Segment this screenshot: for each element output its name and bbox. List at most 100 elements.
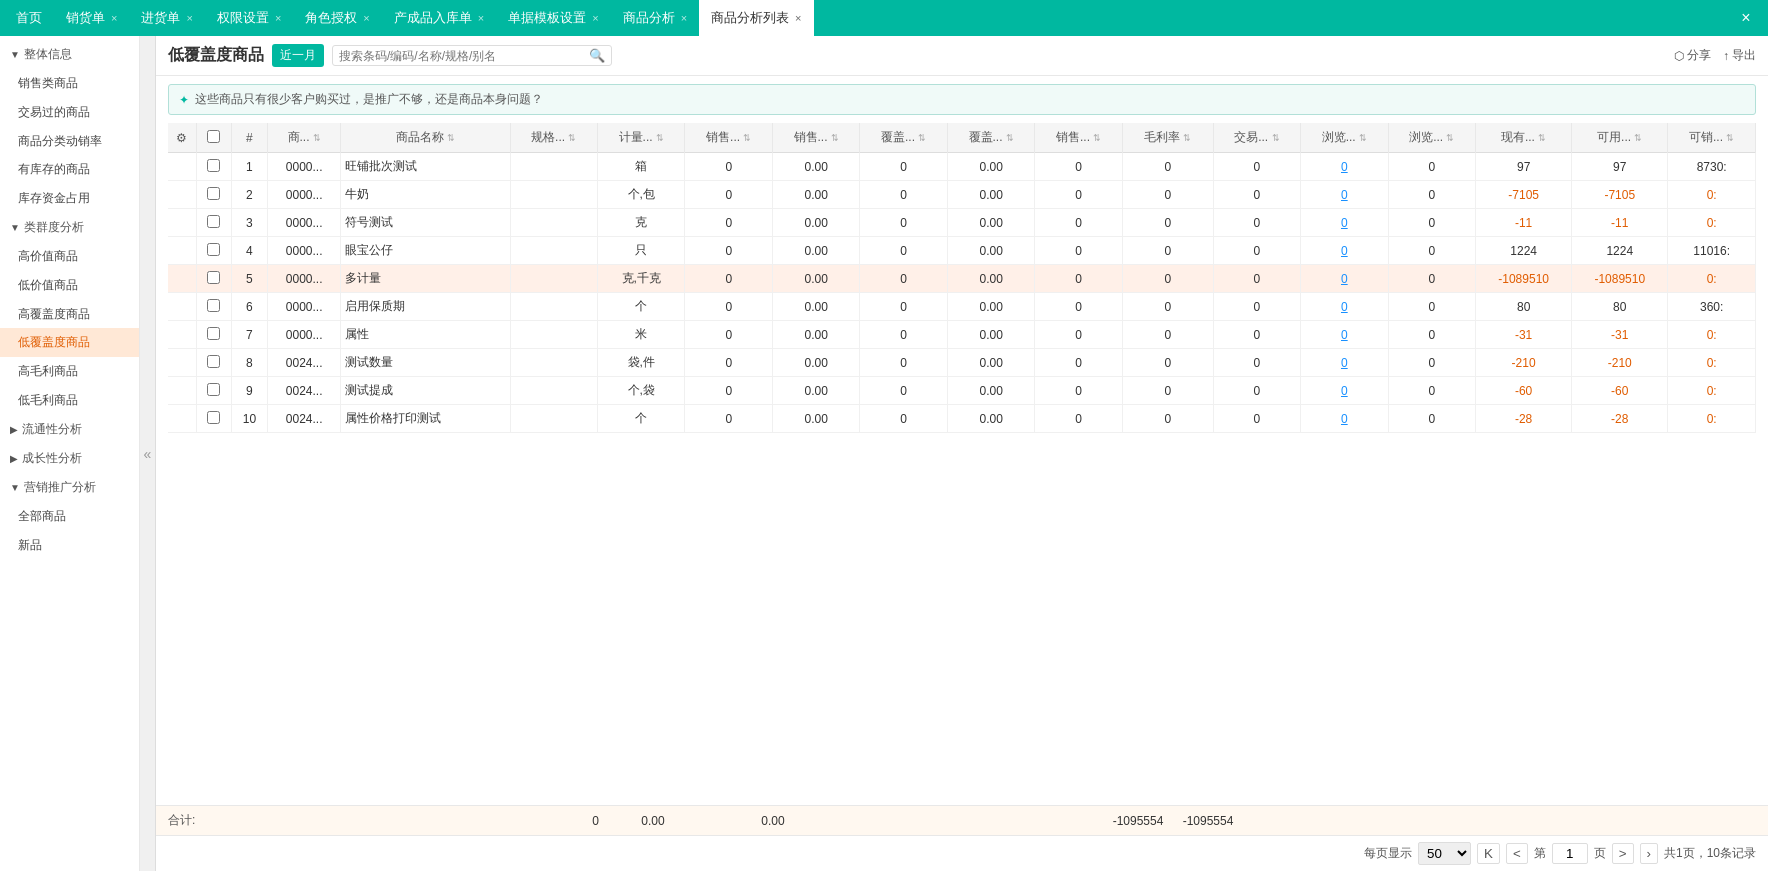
th-sales-amt[interactable]: 销售... ⇅ (772, 123, 859, 153)
th-saleable[interactable]: 可销... ⇅ (1668, 123, 1756, 153)
row-browse1[interactable]: 0 (1301, 349, 1388, 377)
th-trade[interactable]: 交易... ⇅ (1213, 123, 1300, 153)
row-checkbox[interactable] (196, 237, 231, 265)
row-select-checkbox[interactable] (207, 299, 220, 312)
date-filter-button[interactable]: 近一月 (272, 44, 324, 67)
row-browse1[interactable]: 0 (1301, 237, 1388, 265)
row-checkbox[interactable] (196, 153, 231, 181)
row-browse1[interactable]: 0 (1301, 293, 1388, 321)
export-button[interactable]: ↑ 导出 (1723, 47, 1756, 64)
select-all-checkbox[interactable] (207, 130, 220, 143)
th-gross-margin[interactable]: 毛利率 ⇅ (1122, 123, 1213, 153)
th-spec[interactable]: 规格... ⇅ (510, 123, 597, 153)
row-checkbox[interactable] (196, 209, 231, 237)
th-checkbox[interactable] (196, 123, 231, 153)
sidebar-item-low-coverage[interactable]: 低覆盖度商品 (0, 328, 139, 357)
nav-analysis-list[interactable]: 商品分析列表 × (699, 0, 813, 36)
row-checkbox[interactable] (196, 181, 231, 209)
nav-products[interactable]: 产成品入库单 × (382, 0, 496, 36)
sidebar-item-stock-capital[interactable]: 库存资金占用 (0, 184, 139, 213)
sidebar-item-turnover[interactable]: 商品分类动销率 (0, 127, 139, 156)
row-checkbox[interactable] (196, 405, 231, 433)
row-browse1[interactable]: 0 (1301, 209, 1388, 237)
next-page-button[interactable]: > (1612, 843, 1634, 864)
sidebar-item-low-margin[interactable]: 低毛利商品 (0, 386, 139, 415)
page-number-input[interactable] (1552, 843, 1588, 864)
row-select-checkbox[interactable] (207, 383, 220, 396)
sidebar-section-quality[interactable]: ▼ 类群度分析 (0, 213, 139, 242)
row-browse1[interactable]: 0 (1301, 405, 1388, 433)
sidebar-item-new-products[interactable]: 新品 (0, 531, 139, 560)
row-select-checkbox[interactable] (207, 327, 220, 340)
row-select-checkbox[interactable] (207, 187, 220, 200)
sidebar-item-low-value[interactable]: 低价值商品 (0, 271, 139, 300)
nav-roles[interactable]: 角色授权 × (293, 0, 381, 36)
sidebar-item-all-products[interactable]: 全部商品 (0, 502, 139, 531)
row-browse1[interactable]: 0 (1301, 153, 1388, 181)
row-browse1[interactable]: 0 (1301, 265, 1388, 293)
table-row: 6 0000... 启用保质期 个 0 0.00 0 0.00 0 0 0 0 … (168, 293, 1756, 321)
row-select-checkbox[interactable] (207, 271, 220, 284)
sidebar-section-growth[interactable]: ▶ 成长性分析 (0, 444, 139, 473)
first-page-button[interactable]: K (1477, 843, 1500, 864)
row-checkbox[interactable] (196, 293, 231, 321)
row-browse1[interactable]: 0 (1301, 321, 1388, 349)
last-page-button[interactable]: › (1640, 843, 1658, 864)
th-cov2[interactable]: 覆盖... ⇅ (947, 123, 1034, 153)
sidebar-item-high-margin[interactable]: 高毛利商品 (0, 357, 139, 386)
th-browse2[interactable]: 浏览... ⇅ (1388, 123, 1475, 153)
nav-analysis-close[interactable]: × (681, 12, 687, 24)
nav-permissions[interactable]: 权限设置 × (205, 0, 293, 36)
th-name[interactable]: 商品名称 ⇅ (341, 123, 510, 153)
th-cov1[interactable]: 覆盖... ⇅ (860, 123, 947, 153)
row-checkbox[interactable] (196, 265, 231, 293)
row-select-checkbox[interactable] (207, 355, 220, 368)
sidebar-item-sales-products[interactable]: 销售类商品 (0, 69, 139, 98)
nav-home[interactable]: 首页 (4, 0, 54, 36)
row-select-checkbox[interactable] (207, 243, 220, 256)
table-container[interactable]: ⚙ # 商... ⇅ 商品名称 ⇅ 规格... ⇅ 计量... ⇅ 销售... … (168, 123, 1756, 805)
sidebar-item-with-stock[interactable]: 有库存的商品 (0, 155, 139, 184)
row-checkbox[interactable] (196, 377, 231, 405)
nav-templates[interactable]: 单据模板设置 × (496, 0, 610, 36)
prev-page-button[interactable]: < (1506, 843, 1528, 864)
sidebar-section-flow[interactable]: ▶ 流通性分析 (0, 415, 139, 444)
nav-purchase-close[interactable]: × (186, 12, 192, 24)
row-checkbox[interactable] (196, 321, 231, 349)
th-code[interactable]: 商... ⇅ (267, 123, 341, 153)
th-browse1[interactable]: 浏览... ⇅ (1301, 123, 1388, 153)
row-checkbox[interactable] (196, 349, 231, 377)
search-input[interactable] (339, 49, 589, 63)
nav-sales[interactable]: 销货单 × (54, 0, 129, 36)
row-select-checkbox[interactable] (207, 411, 220, 424)
row-saleable: 0: (1668, 209, 1756, 237)
per-page-select[interactable]: 50 100 200 (1418, 842, 1471, 865)
sidebar-item-high-coverage[interactable]: 高覆盖度商品 (0, 300, 139, 329)
row-select-checkbox[interactable] (207, 215, 220, 228)
th-available[interactable]: 可用... ⇅ (1572, 123, 1668, 153)
th-unit[interactable]: 计量... ⇅ (598, 123, 685, 153)
row-browse1[interactable]: 0 (1301, 181, 1388, 209)
search-icon[interactable]: 🔍 (589, 48, 605, 63)
nav-products-close[interactable]: × (478, 12, 484, 24)
nav-roles-close[interactable]: × (363, 12, 369, 24)
nav-templates-close[interactable]: × (592, 12, 598, 24)
th-settings[interactable]: ⚙ (168, 123, 196, 153)
nav-permissions-close[interactable]: × (275, 12, 281, 24)
nav-sales-close[interactable]: × (111, 12, 117, 24)
sidebar-section-promotion[interactable]: ▼ 营销推广分析 (0, 473, 139, 502)
sidebar-item-high-value[interactable]: 高价值商品 (0, 242, 139, 271)
th-sales-x[interactable]: 销售... ⇅ (1035, 123, 1122, 153)
sidebar-section-overall[interactable]: ▼ 整体信息 (0, 40, 139, 69)
row-select-checkbox[interactable] (207, 159, 220, 172)
nav-purchase[interactable]: 进货单 × (129, 0, 204, 36)
window-close-button[interactable]: × (1728, 0, 1764, 36)
nav-analysis-list-close[interactable]: × (795, 12, 801, 24)
row-browse1[interactable]: 0 (1301, 377, 1388, 405)
sidebar-collapse-button[interactable]: « (140, 36, 156, 871)
nav-analysis[interactable]: 商品分析 × (611, 0, 699, 36)
sidebar-item-traded-products[interactable]: 交易过的商品 (0, 98, 139, 127)
th-current[interactable]: 现有... ⇅ (1476, 123, 1572, 153)
share-button[interactable]: ⬡ 分享 (1674, 47, 1711, 64)
th-sales-qty[interactable]: 销售... ⇅ (685, 123, 772, 153)
